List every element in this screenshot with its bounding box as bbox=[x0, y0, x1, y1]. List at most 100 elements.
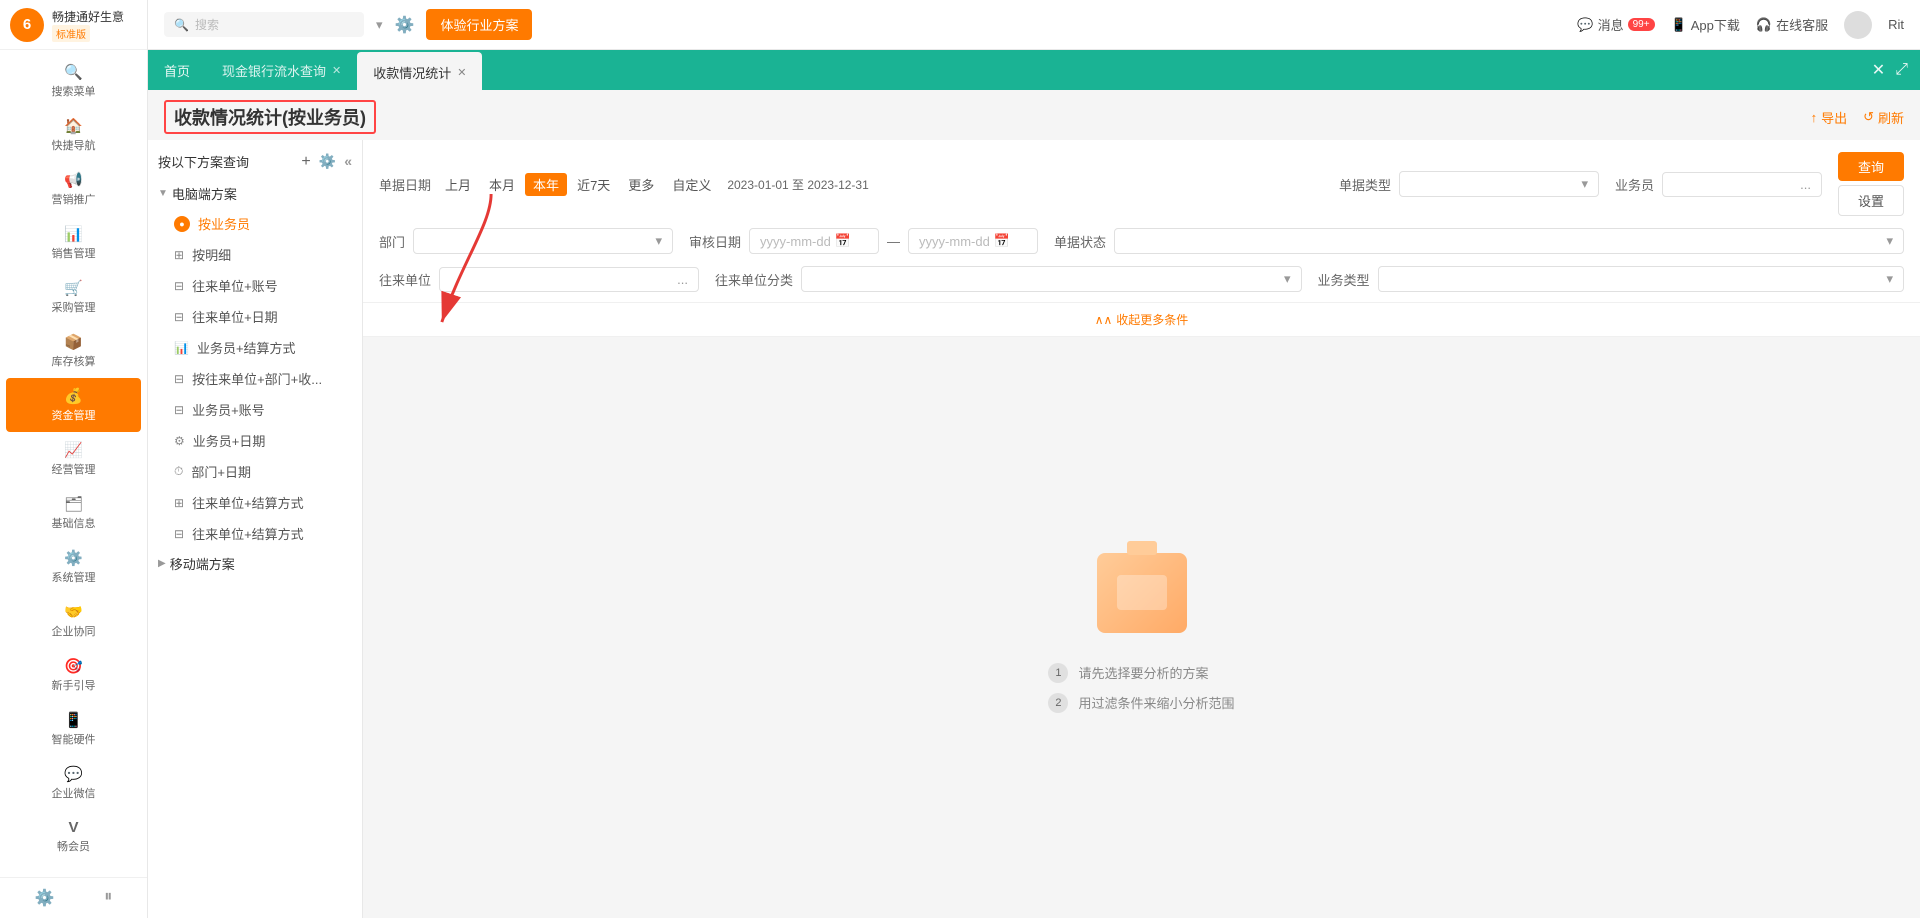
app-download-action[interactable]: 📱 App下载 bbox=[1671, 15, 1740, 34]
sidebar-item-corp[interactable]: 🤝 企业协同 bbox=[0, 594, 147, 648]
system-icon: ⚙️ bbox=[64, 549, 83, 567]
date-tab-lastmonth[interactable]: 上月 bbox=[437, 173, 479, 196]
scheme-item-partner-date[interactable]: ⊟ 往来单位+日期 bbox=[148, 301, 362, 332]
scheme-item-by-detail[interactable]: ⊞ 按明细 bbox=[148, 239, 362, 270]
review-date-to[interactable]: yyyy-mm-dd 📅 bbox=[908, 228, 1038, 254]
dept-label: 部门 bbox=[379, 232, 405, 251]
sidebar-item-marketing[interactable]: 📢 营销推广 bbox=[0, 162, 147, 216]
salesman-settle-icon: 📊 bbox=[174, 341, 189, 355]
date-tab-thisyear[interactable]: 本年 bbox=[525, 173, 567, 196]
sidebar-item-wechat[interactable]: 💬 企业微信 bbox=[0, 756, 147, 810]
sidebar-item-guide[interactable]: 🎯 新手引导 bbox=[0, 648, 147, 702]
add-scheme-button[interactable]: + bbox=[301, 153, 310, 171]
salesman-dots[interactable]: ... bbox=[1800, 177, 1811, 192]
tab-home[interactable]: 首页 bbox=[148, 50, 206, 90]
sidebar-item-search[interactable]: 🔍 搜索菜单 bbox=[0, 54, 147, 108]
date-tab-last7[interactable]: 近7天 bbox=[569, 173, 618, 196]
settings-button[interactable]: 设置 bbox=[1838, 185, 1904, 216]
filter-partner-group: 往来单位 ... bbox=[379, 267, 699, 292]
scheme-item-dept-date[interactable]: ⏱ 部门+日期 bbox=[148, 456, 362, 487]
partner-settle1-icon: ⊞ bbox=[174, 496, 184, 510]
settings-bottom-icon[interactable]: ⚙️ bbox=[35, 888, 55, 908]
sidebar-item-inventory[interactable]: 📦 库存核算 bbox=[0, 324, 147, 378]
empty-state: 1 请先选择要分析的方案 2 用过滤条件来缩小分析范围 bbox=[363, 337, 1920, 918]
biz-type-select[interactable]: ▾ bbox=[1378, 266, 1904, 292]
partner-dept-icon: ⊟ bbox=[174, 372, 184, 386]
message-action[interactable]: 💬 消息 99+ bbox=[1577, 15, 1654, 34]
topbar-actions: 💬 消息 99+ 📱 App下载 🎧 在线客服 Rit bbox=[1577, 11, 1904, 39]
calendar-to-icon: 📅 bbox=[994, 233, 1010, 249]
sidebar-item-basic[interactable]: 🗂 基础信息 bbox=[0, 486, 147, 540]
user-avatar[interactable] bbox=[1844, 11, 1872, 39]
tab-bank[interactable]: 现金银行流水查询 ✕ bbox=[206, 50, 357, 90]
scheme-item-salesman-settle[interactable]: 📊 业务员+结算方式 bbox=[148, 332, 362, 363]
sidebar-item-system[interactable]: ⚙️ 系统管理 bbox=[0, 540, 147, 594]
content-area: 按以下方案查询 + ⚙️ « ▼ 电脑端方案 ● 按业务员 bbox=[148, 140, 1920, 918]
partner-date-icon: ⊟ bbox=[174, 310, 184, 324]
tab-bank-close[interactable]: ✕ bbox=[332, 64, 341, 77]
scheme-item-by-salesman[interactable]: ● 按业务员 bbox=[148, 208, 362, 239]
filter-doc-status-group: 单据状态 ▾ bbox=[1054, 228, 1904, 254]
date-tab-more[interactable]: 更多 bbox=[620, 173, 662, 196]
gear-topbar-icon[interactable]: ⚙️ bbox=[395, 15, 415, 35]
app-download-icon: 📱 bbox=[1671, 17, 1687, 33]
doc-status-select[interactable]: ▾ bbox=[1114, 228, 1904, 254]
collapse-sidebar-icon[interactable]: ⏸ bbox=[104, 888, 112, 908]
query-button[interactable]: 查询 bbox=[1838, 152, 1904, 181]
inventory-icon: 📦 bbox=[64, 333, 83, 351]
date-tab-custom[interactable]: 自定义 bbox=[664, 173, 719, 196]
scheme-item-salesman-date[interactable]: ⚙ 业务员+日期 bbox=[148, 425, 362, 456]
collapse-bar[interactable]: ∧∧ 收起更多条件 bbox=[363, 303, 1920, 337]
filter-salesman-group: 业务员 ... bbox=[1615, 172, 1822, 197]
doc-type-chevron-icon: ▾ bbox=[1581, 176, 1588, 192]
trial-button[interactable]: 体验行业方案 bbox=[426, 9, 532, 40]
refresh-button[interactable]: ↺ 刷新 bbox=[1863, 108, 1904, 127]
scheme-item-salesman-account[interactable]: ⊟ 业务员+账号 bbox=[148, 394, 362, 425]
scheme-group-mobile-header[interactable]: ▶ 移动端方案 bbox=[148, 549, 362, 578]
partner-select[interactable]: ... bbox=[439, 267, 699, 292]
window-expand-icon[interactable]: ⤢ bbox=[1895, 61, 1908, 79]
date-tab-thismonth[interactable]: 本月 bbox=[481, 173, 523, 196]
member-icon: V bbox=[68, 819, 78, 836]
export-button[interactable]: ↑ 导出 bbox=[1811, 108, 1848, 127]
sidebar-item-purchase[interactable]: 🛒 采购管理 bbox=[0, 270, 147, 324]
scheme-settings-icon[interactable]: ⚙️ bbox=[319, 153, 336, 171]
corp-icon: 🤝 bbox=[64, 603, 83, 621]
dept-date-icon: ⏱ bbox=[174, 464, 183, 479]
scheme-item-partner-settle1[interactable]: ⊞ 往来单位+结算方式 bbox=[148, 487, 362, 518]
wechat-icon: 💬 bbox=[64, 765, 83, 783]
partner-category-select[interactable]: ▾ bbox=[801, 266, 1301, 292]
topbar-search-box[interactable]: 🔍 搜索 bbox=[164, 12, 364, 37]
operation-icon: 📈 bbox=[64, 441, 83, 459]
partner-dots[interactable]: ... bbox=[677, 272, 688, 287]
dept-select[interactable]: ▾ bbox=[413, 228, 673, 254]
biz-type-chevron-icon: ▾ bbox=[1886, 271, 1893, 287]
doc-type-select[interactable]: ▾ bbox=[1399, 171, 1599, 197]
message-icon: 💬 bbox=[1577, 17, 1593, 33]
message-badge: 99+ bbox=[1628, 18, 1655, 31]
window-close-icon[interactable]: ✕ bbox=[1872, 60, 1885, 80]
sidebar-item-sales[interactable]: 📊 销售管理 bbox=[0, 216, 147, 270]
salesman-label: 业务员 bbox=[1615, 175, 1654, 194]
scheme-item-partner-settle2[interactable]: ⊟ 往来单位+结算方式 bbox=[148, 518, 362, 549]
sidebar-item-finance[interactable]: 💰 资金管理 bbox=[6, 378, 141, 432]
review-date-from[interactable]: yyyy-mm-dd 📅 bbox=[749, 228, 879, 254]
scheme-item-partner-account[interactable]: ⊟ 往来单位+账号 bbox=[148, 270, 362, 301]
salesman-select[interactable]: ... bbox=[1662, 172, 1822, 197]
marketing-icon: 📢 bbox=[64, 171, 83, 189]
sidebar-bottom: ⚙️ ⏸ bbox=[0, 877, 147, 918]
sidebar-item-member[interactable]: V 畅会员 bbox=[0, 810, 147, 863]
logo-text-block: 畅捷通好生意 标准版 bbox=[52, 8, 124, 42]
chevron-down-icon[interactable]: ▾ bbox=[376, 17, 383, 33]
scheme-item-partner-dept[interactable]: ⊟ 按往来单位+部门+收... bbox=[148, 363, 362, 394]
collapse-panel-button[interactable]: « bbox=[344, 153, 352, 171]
salesman-account-icon: ⊟ bbox=[174, 403, 184, 417]
tab-receipt-close[interactable]: ✕ bbox=[457, 66, 466, 79]
online-service-action[interactable]: 🎧 在线客服 bbox=[1756, 15, 1828, 34]
scheme-group-desktop-header[interactable]: ▼ 电脑端方案 bbox=[148, 179, 362, 208]
filter-partner-category-group: 往来单位分类 ▾ bbox=[715, 266, 1302, 292]
sidebar-item-quicknav[interactable]: 🏠 快捷导航 bbox=[0, 108, 147, 162]
sidebar-item-hardware[interactable]: 📱 智能硬件 bbox=[0, 702, 147, 756]
tab-receipt[interactable]: 收款情况统计 ✕ bbox=[357, 52, 482, 92]
sidebar-item-operation[interactable]: 📈 经营管理 bbox=[0, 432, 147, 486]
